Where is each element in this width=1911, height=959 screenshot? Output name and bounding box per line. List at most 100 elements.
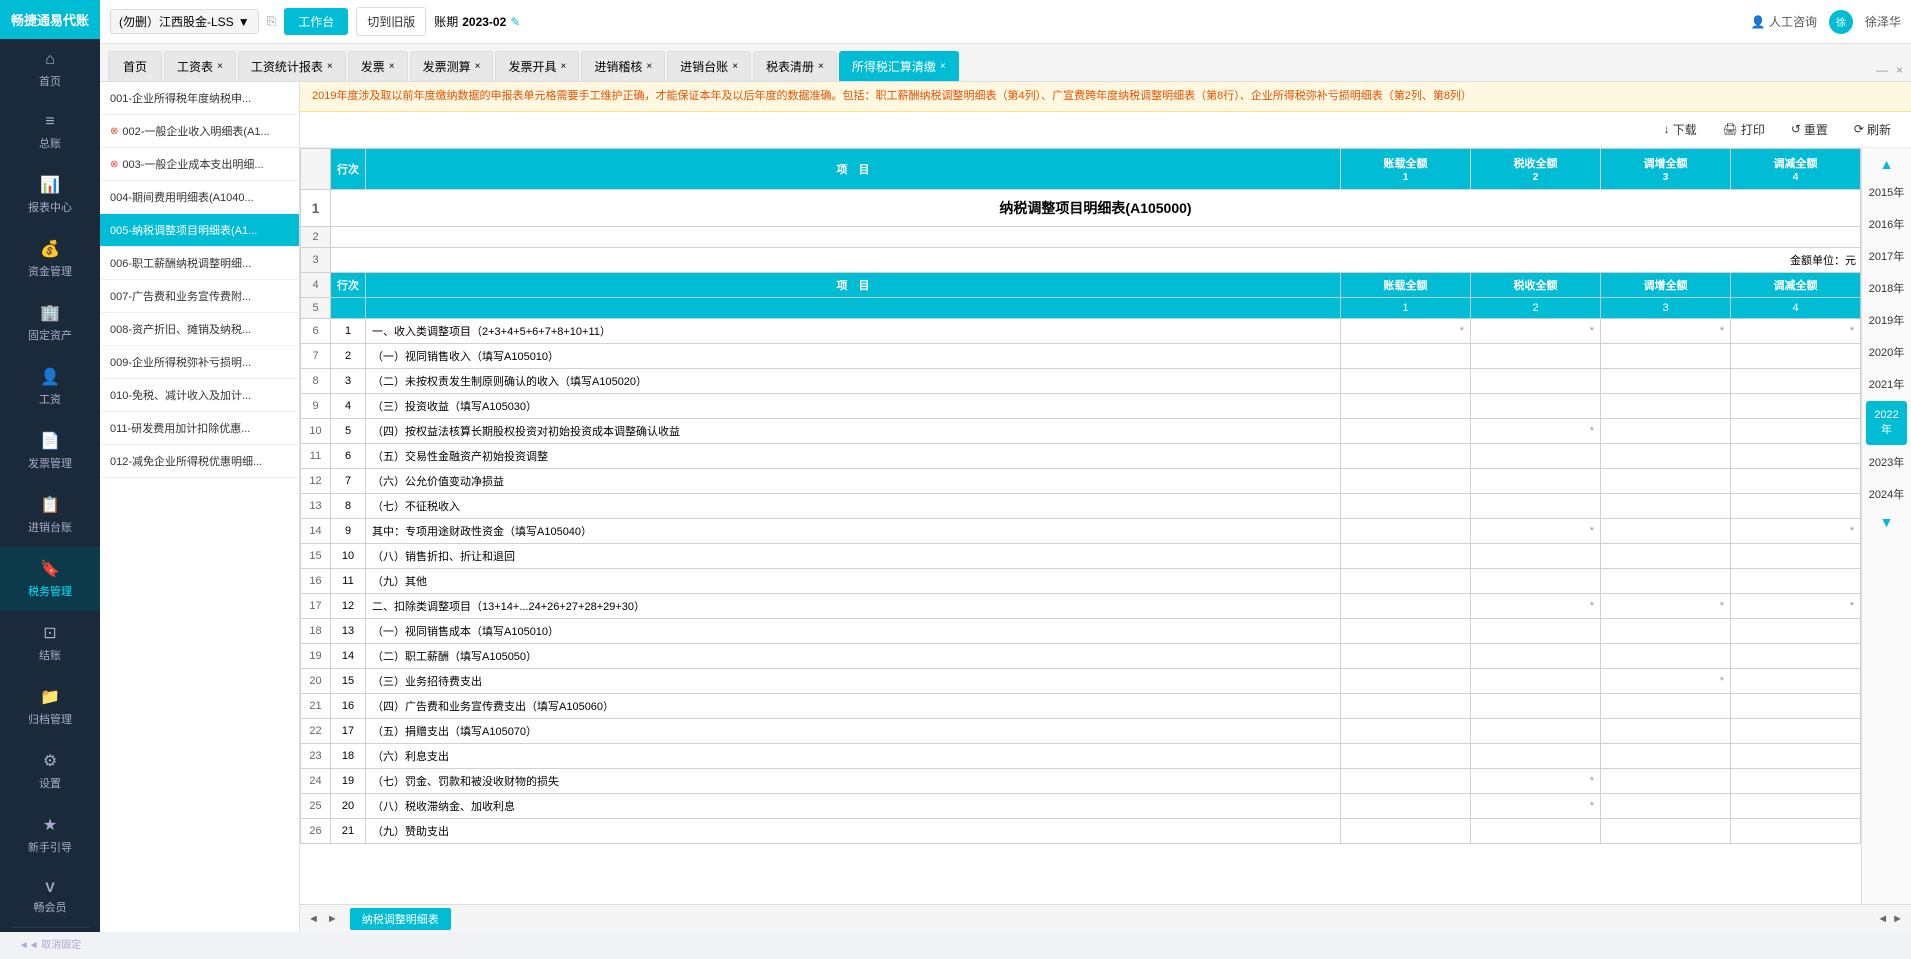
table-row[interactable]: 13 8 （七）不征税收入 bbox=[301, 493, 1861, 518]
download-button[interactable]: ↓ 下载 bbox=[1656, 118, 1705, 141]
row-c3[interactable] bbox=[1601, 368, 1731, 393]
year-2023[interactable]: 2023年 bbox=[1862, 446, 1911, 478]
row-c2[interactable] bbox=[1471, 393, 1601, 418]
row-c3[interactable] bbox=[1601, 443, 1731, 468]
sidebar-item-input[interactable]: 📋 进销台账 bbox=[0, 483, 100, 547]
row-c2[interactable]: * bbox=[1471, 793, 1601, 818]
scroll-nav-right[interactable]: ► bbox=[1892, 913, 1903, 925]
row-c1[interactable] bbox=[1341, 693, 1471, 718]
row-c1[interactable] bbox=[1341, 568, 1471, 593]
row-c4[interactable] bbox=[1731, 468, 1861, 493]
row-c3[interactable] bbox=[1601, 793, 1731, 818]
table-row[interactable]: 7 2 （一）视同销售收入（填写A105010） bbox=[301, 343, 1861, 368]
year-2020[interactable]: 2020年 bbox=[1862, 336, 1911, 368]
row-c1[interactable] bbox=[1341, 343, 1471, 368]
row-c4[interactable]: * bbox=[1731, 318, 1861, 343]
sidebar-item-fixed[interactable]: 🏢 固定资产 bbox=[0, 291, 100, 355]
left-item-001[interactable]: 001-企业所得税年度纳税申... bbox=[100, 82, 299, 115]
year-2017[interactable]: 2017年 bbox=[1862, 240, 1911, 272]
row-c2[interactable]: * bbox=[1471, 518, 1601, 543]
row-c1[interactable] bbox=[1341, 793, 1471, 818]
table-row[interactable]: 21 16 （四）广告费和业务宣传费支出（填写A105060） bbox=[301, 693, 1861, 718]
row-c1[interactable] bbox=[1341, 718, 1471, 743]
row-c4[interactable]: * bbox=[1731, 518, 1861, 543]
row-c3[interactable] bbox=[1601, 343, 1731, 368]
row-c4[interactable] bbox=[1731, 668, 1861, 693]
row-c1[interactable] bbox=[1341, 743, 1471, 768]
table-row[interactable]: 15 10 （八）销售折扣、折让和退回 bbox=[301, 543, 1861, 568]
left-item-011[interactable]: 011-研发费用加计扣除优惠... bbox=[100, 412, 299, 445]
row-c4[interactable] bbox=[1731, 418, 1861, 443]
row-c1[interactable] bbox=[1341, 768, 1471, 793]
left-item-007[interactable]: 007-广告费和业务宣传费附... bbox=[100, 280, 299, 313]
table-row[interactable]: 11 6 （五）交易性金融资产初始投资调整 bbox=[301, 443, 1861, 468]
row-c2[interactable] bbox=[1471, 718, 1601, 743]
nav-left[interactable]: ◄ bbox=[308, 913, 319, 925]
row-c1[interactable] bbox=[1341, 493, 1471, 518]
row-c2[interactable] bbox=[1471, 643, 1601, 668]
row-c1[interactable] bbox=[1341, 818, 1471, 843]
tab-payroll-stat[interactable]: 工资统计报表 × bbox=[238, 51, 346, 81]
row-c3[interactable] bbox=[1601, 543, 1731, 568]
tab-payroll-close[interactable]: × bbox=[217, 61, 223, 72]
tab-payroll-stat-close[interactable]: × bbox=[327, 61, 333, 72]
row-c4[interactable] bbox=[1731, 493, 1861, 518]
row-c1[interactable] bbox=[1341, 618, 1471, 643]
sidebar-item-archive[interactable]: 📁 归档管理 bbox=[0, 675, 100, 739]
refresh-button[interactable]: ⟳ 刷新 bbox=[1846, 118, 1899, 141]
row-c1[interactable] bbox=[1341, 643, 1471, 668]
window-minimize[interactable]: — bbox=[1876, 63, 1888, 77]
copy-icon[interactable]: ⎘ bbox=[267, 14, 277, 29]
year-up-arrow[interactable]: ▲ bbox=[1876, 152, 1898, 176]
tab-home[interactable]: 首页 bbox=[108, 51, 162, 81]
row-c3[interactable] bbox=[1601, 768, 1731, 793]
tab-invoice[interactable]: 发票 × bbox=[348, 51, 408, 81]
tab-payroll[interactable]: 工资表 × bbox=[164, 51, 236, 81]
table-row[interactable]: 19 14 （二）职工薪酬（填写A105050） bbox=[301, 643, 1861, 668]
nav-right[interactable]: ► bbox=[327, 913, 338, 925]
row-c3[interactable] bbox=[1601, 718, 1731, 743]
left-item-004[interactable]: 004-期间费用明细表(A1040... bbox=[100, 181, 299, 214]
left-item-005[interactable]: 005-纳税调整项目明细表(A1... bbox=[100, 214, 299, 247]
row-c2[interactable] bbox=[1471, 468, 1601, 493]
tab-tax-clear-close[interactable]: × bbox=[818, 61, 824, 72]
tab-invoice-open[interactable]: 发票开具 × bbox=[495, 51, 579, 81]
left-item-002[interactable]: ⊗ 002-一般企业收入明细表(A1... bbox=[100, 115, 299, 148]
table-row[interactable]: 16 11 （九）其他 bbox=[301, 568, 1861, 593]
row-c1[interactable] bbox=[1341, 593, 1471, 618]
tab-invoice-calc-close[interactable]: × bbox=[475, 61, 481, 72]
tab-tax-clear[interactable]: 税表清册 × bbox=[753, 51, 837, 81]
left-item-009[interactable]: 009-企业所得税弥补亏损明... bbox=[100, 346, 299, 379]
table-row[interactable]: 22 17 （五）捐赠支出（填写A105070） bbox=[301, 718, 1861, 743]
row-c1[interactable] bbox=[1341, 668, 1471, 693]
row-c2[interactable] bbox=[1471, 368, 1601, 393]
row-c1[interactable] bbox=[1341, 543, 1471, 568]
row-c4[interactable] bbox=[1731, 718, 1861, 743]
table-row[interactable]: 23 18 （六）利息支出 bbox=[301, 743, 1861, 768]
sidebar-item-settings[interactable]: ⚙ 设置 bbox=[0, 739, 100, 803]
year-2018[interactable]: 2018年 bbox=[1862, 272, 1911, 304]
scroll-nav-left[interactable]: ◄ bbox=[1877, 913, 1888, 925]
row-c3[interactable] bbox=[1601, 568, 1731, 593]
period-edit-icon[interactable]: ✎ bbox=[510, 15, 520, 29]
table-row[interactable]: 9 4 （三）投资收益（填写A105030） bbox=[301, 393, 1861, 418]
year-2016[interactable]: 2016年 bbox=[1862, 208, 1911, 240]
row-c4[interactable] bbox=[1731, 743, 1861, 768]
row-c3[interactable]: * bbox=[1601, 668, 1731, 693]
row-c4[interactable] bbox=[1731, 368, 1861, 393]
tab-invoice-calc[interactable]: 发票测算 × bbox=[410, 51, 494, 81]
row-c3[interactable] bbox=[1601, 643, 1731, 668]
year-2021[interactable]: 2021年 bbox=[1862, 368, 1911, 400]
username[interactable]: 徐泽华 bbox=[1865, 13, 1901, 30]
row-c2[interactable] bbox=[1471, 668, 1601, 693]
sidebar-item-home[interactable]: ⌂ 首页 bbox=[0, 39, 100, 101]
table-row[interactable]: 26 21 （九）赞助支出 bbox=[301, 818, 1861, 843]
sidebar-item-close[interactable]: ⊡ 结账 bbox=[0, 611, 100, 675]
row-c2[interactable] bbox=[1471, 568, 1601, 593]
tab-income-tax-close[interactable]: × bbox=[940, 61, 946, 72]
table-row[interactable]: 25 20 （八）税收滞纳金、加收利息 * bbox=[301, 793, 1861, 818]
window-close[interactable]: × bbox=[1896, 63, 1903, 77]
row-c2[interactable] bbox=[1471, 618, 1601, 643]
row-c2[interactable]: * bbox=[1471, 593, 1601, 618]
table-row[interactable]: 12 7 （六）公允价值变动净损益 bbox=[301, 468, 1861, 493]
